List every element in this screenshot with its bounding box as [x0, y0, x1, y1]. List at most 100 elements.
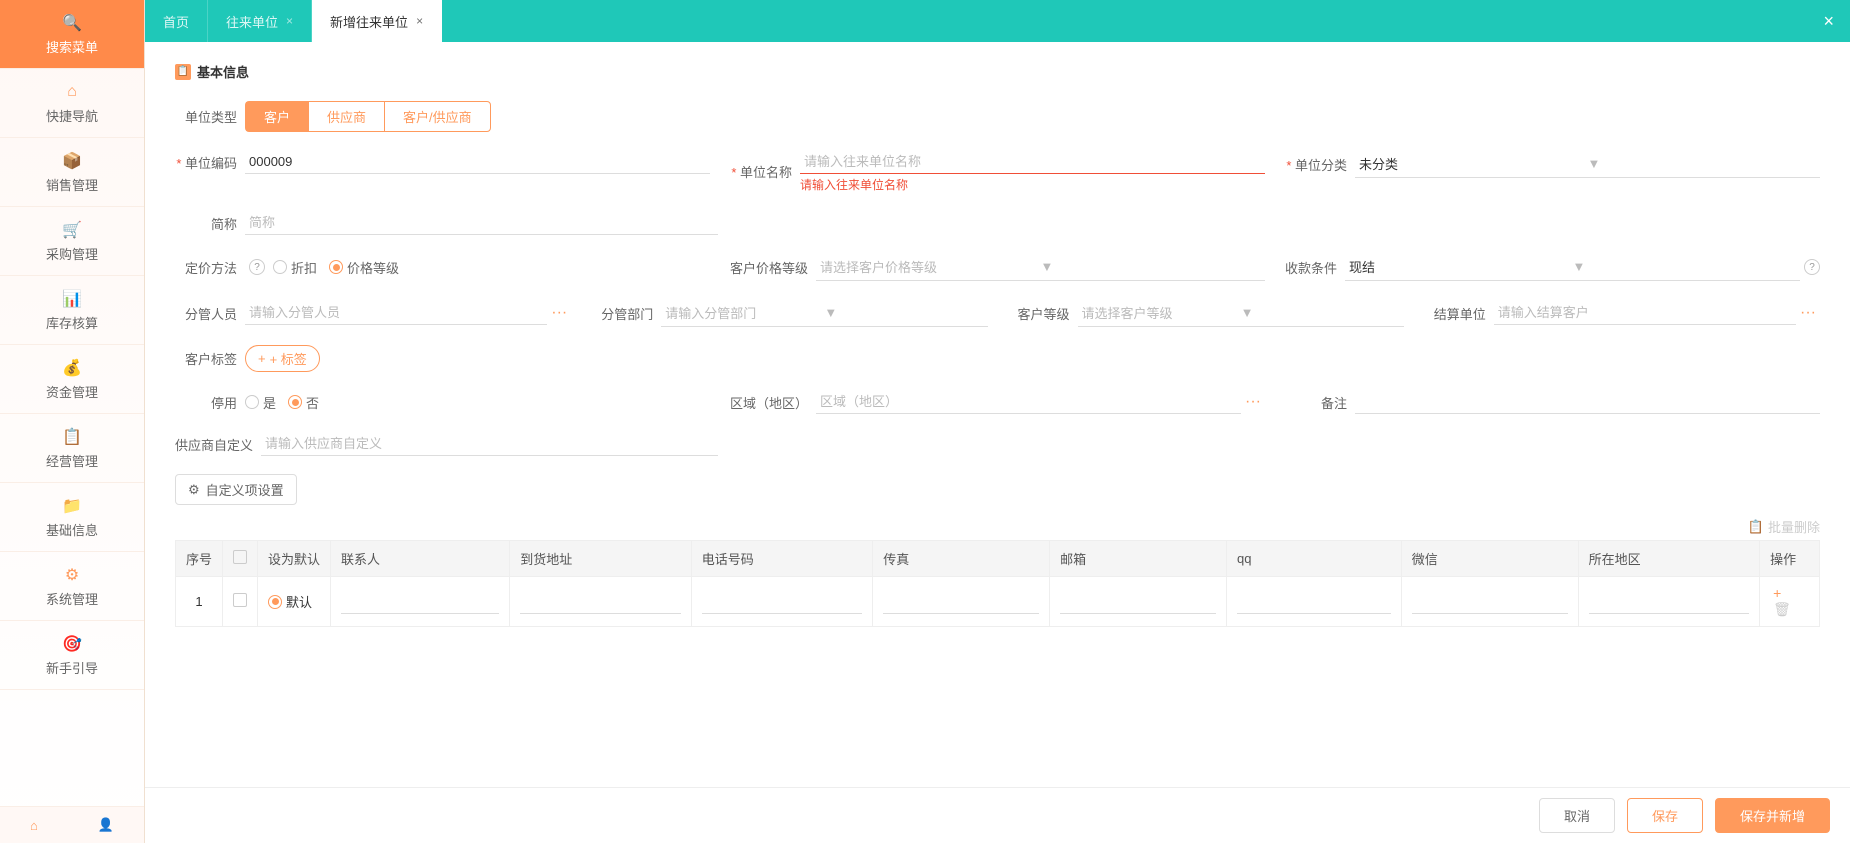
- sidebar-item-search[interactable]: 🔍 搜索菜单: [0, 0, 144, 69]
- cell-fax[interactable]: [873, 577, 1050, 627]
- cpl-label: 客户价格等级: [730, 258, 816, 277]
- sidebar-label-sales: 销售管理: [46, 175, 98, 194]
- row-wechat-input[interactable]: [1412, 590, 1568, 614]
- row-add-btn[interactable]: +: [1770, 585, 1784, 601]
- add-tag-button[interactable]: + + 标签: [245, 345, 320, 372]
- row-qq-input[interactable]: [1237, 590, 1391, 614]
- region-input[interactable]: [816, 390, 1241, 414]
- header-action: 操作: [1770, 552, 1796, 567]
- row-del-btn[interactable]: 🗑: [1770, 601, 1794, 617]
- save-button[interactable]: 保存: [1627, 798, 1703, 833]
- cell-region[interactable]: [1578, 577, 1760, 627]
- disabled-radio-group: 是 否: [245, 393, 319, 412]
- cell-qq[interactable]: [1226, 577, 1401, 627]
- type-buttons: 客户 供应商 客户/供应商: [245, 101, 491, 132]
- cell-phone[interactable]: [691, 577, 873, 627]
- row-default-radio[interactable]: [268, 595, 282, 609]
- unit-category-value: 未分类: [1359, 154, 1588, 173]
- cell-checkbox: [223, 577, 258, 627]
- form-row-disabled: 停用 是 否 区域（地区） ···: [175, 390, 1820, 414]
- cpl-placeholder: 请选择客户价格等级: [820, 257, 1041, 276]
- pricing-help-icon[interactable]: ?: [249, 259, 265, 275]
- type-btn-customer[interactable]: 客户: [245, 101, 308, 132]
- form-row-supplier-custom: 供应商自定义: [175, 432, 1820, 456]
- settlement-input[interactable]: [1494, 301, 1796, 325]
- th-address: 到货地址: [510, 541, 692, 577]
- custom-settings-button[interactable]: ⚙ 自定义项设置: [175, 474, 297, 505]
- sidebar-item-guide[interactable]: 🎯 新手引导: [0, 621, 144, 690]
- cell-address[interactable]: [510, 577, 692, 627]
- cancel-button[interactable]: 取消: [1539, 798, 1615, 833]
- payment-terms-select[interactable]: 现结 ▼: [1345, 253, 1800, 281]
- contact-table: 序号 设为默认 联系人 到货地址 电话号码 传真 邮箱 qq 微信 所在地区 操…: [175, 540, 1820, 627]
- tab-new-partner-close[interactable]: ×: [416, 14, 423, 28]
- sidebar-item-sales[interactable]: 📦 销售管理: [0, 138, 144, 207]
- row-email-input[interactable]: [1060, 590, 1216, 614]
- row-contact-input[interactable]: [341, 590, 499, 614]
- content-area: 📋 基本信息 单位类型 客户 供应商 客户/供应商 单位编码: [145, 42, 1850, 787]
- settlement-more[interactable]: ···: [1796, 304, 1820, 322]
- sidebar-footer: ⌂ 👤: [0, 806, 144, 843]
- region-more[interactable]: ···: [1241, 393, 1265, 411]
- manager-input[interactable]: [245, 301, 547, 325]
- unit-name-input[interactable]: [800, 150, 1265, 174]
- home-icon: ⌂: [61, 81, 83, 103]
- field-unit-code: 单位编码: [175, 150, 710, 174]
- customer-level-select[interactable]: 请选择客户等级 ▼: [1078, 299, 1404, 327]
- sidebar-item-purchase[interactable]: 🛒 采购管理: [0, 207, 144, 276]
- row-checkbox[interactable]: [233, 593, 247, 607]
- unit-category-select[interactable]: 未分类 ▼: [1355, 150, 1820, 178]
- search-icon: 🔍: [61, 12, 83, 34]
- type-btn-supplier[interactable]: 供应商: [308, 101, 384, 132]
- row-fax-input[interactable]: [883, 590, 1039, 614]
- payment-label: 收款条件: [1285, 258, 1345, 277]
- row-region-input[interactable]: [1589, 590, 1750, 614]
- section-basic-info: 📋 基本信息: [175, 62, 1820, 81]
- tab-new-partner[interactable]: 新增往来单位 ×: [312, 0, 442, 42]
- sidebar-item-finance[interactable]: 💰 资金管理: [0, 345, 144, 414]
- save-new-button[interactable]: 保存并新增: [1715, 798, 1830, 833]
- header-checkbox[interactable]: [233, 550, 247, 564]
- tab-bar-close-btn[interactable]: ×: [1807, 11, 1850, 32]
- row-phone-input[interactable]: [702, 590, 863, 614]
- customer-level-placeholder: 请选择客户等级: [1082, 303, 1241, 322]
- tab-partners[interactable]: 往来单位 ×: [208, 0, 312, 42]
- cell-wechat[interactable]: [1401, 577, 1578, 627]
- abbr-input[interactable]: [245, 211, 718, 235]
- payment-terms-value: 现结: [1349, 257, 1573, 276]
- cell-contact[interactable]: [331, 577, 510, 627]
- type-btn-both[interactable]: 客户/供应商: [384, 101, 491, 132]
- batch-delete-label[interactable]: 批量删除: [1768, 517, 1820, 536]
- unit-code-input[interactable]: [245, 150, 710, 174]
- manager-more[interactable]: ···: [547, 304, 571, 322]
- gear-icon: ⚙: [188, 482, 200, 498]
- dept-placeholder: 请输入分管部门: [665, 303, 824, 322]
- row-address-input[interactable]: [520, 590, 681, 614]
- sidebar-label-quicknav: 快捷导航: [46, 106, 98, 125]
- operation-icon: 📋: [61, 426, 83, 448]
- disabled-no[interactable]: 否: [288, 393, 319, 412]
- dept-arrow: ▼: [824, 305, 983, 320]
- form-row-unit-type: 单位类型 客户 供应商 客户/供应商: [175, 101, 1820, 132]
- th-fax: 传真: [873, 541, 1050, 577]
- guide-icon: 🎯: [61, 633, 83, 655]
- cell-email[interactable]: [1050, 577, 1227, 627]
- tab-partners-close[interactable]: ×: [286, 14, 293, 28]
- remark-input[interactable]: [1355, 390, 1820, 414]
- default-radio-cell: 默认: [268, 592, 320, 611]
- sidebar-item-operation[interactable]: 📋 经营管理: [0, 414, 144, 483]
- sidebar-item-inventory[interactable]: 📊 库存核算: [0, 276, 144, 345]
- sidebar-item-system[interactable]: ⚙ 系统管理: [0, 552, 144, 621]
- payment-help-icon[interactable]: ?: [1804, 259, 1820, 275]
- sidebar-item-basic[interactable]: 📁 基础信息: [0, 483, 144, 552]
- pricing-discount[interactable]: 折扣: [273, 258, 317, 277]
- customer-price-level-select[interactable]: 请选择客户价格等级 ▼: [816, 253, 1265, 281]
- sidebar-footer-user[interactable]: 👤: [98, 817, 114, 833]
- sidebar-item-quicknav[interactable]: ⌂ 快捷导航: [0, 69, 144, 138]
- sidebar-footer-home[interactable]: ⌂: [30, 818, 38, 833]
- supplier-custom-input[interactable]: [261, 432, 718, 456]
- disabled-yes[interactable]: 是: [245, 393, 276, 412]
- pricing-level[interactable]: 价格等级: [329, 258, 399, 277]
- tab-home[interactable]: 首页: [145, 0, 208, 42]
- dept-select[interactable]: 请输入分管部门 ▼: [661, 299, 987, 327]
